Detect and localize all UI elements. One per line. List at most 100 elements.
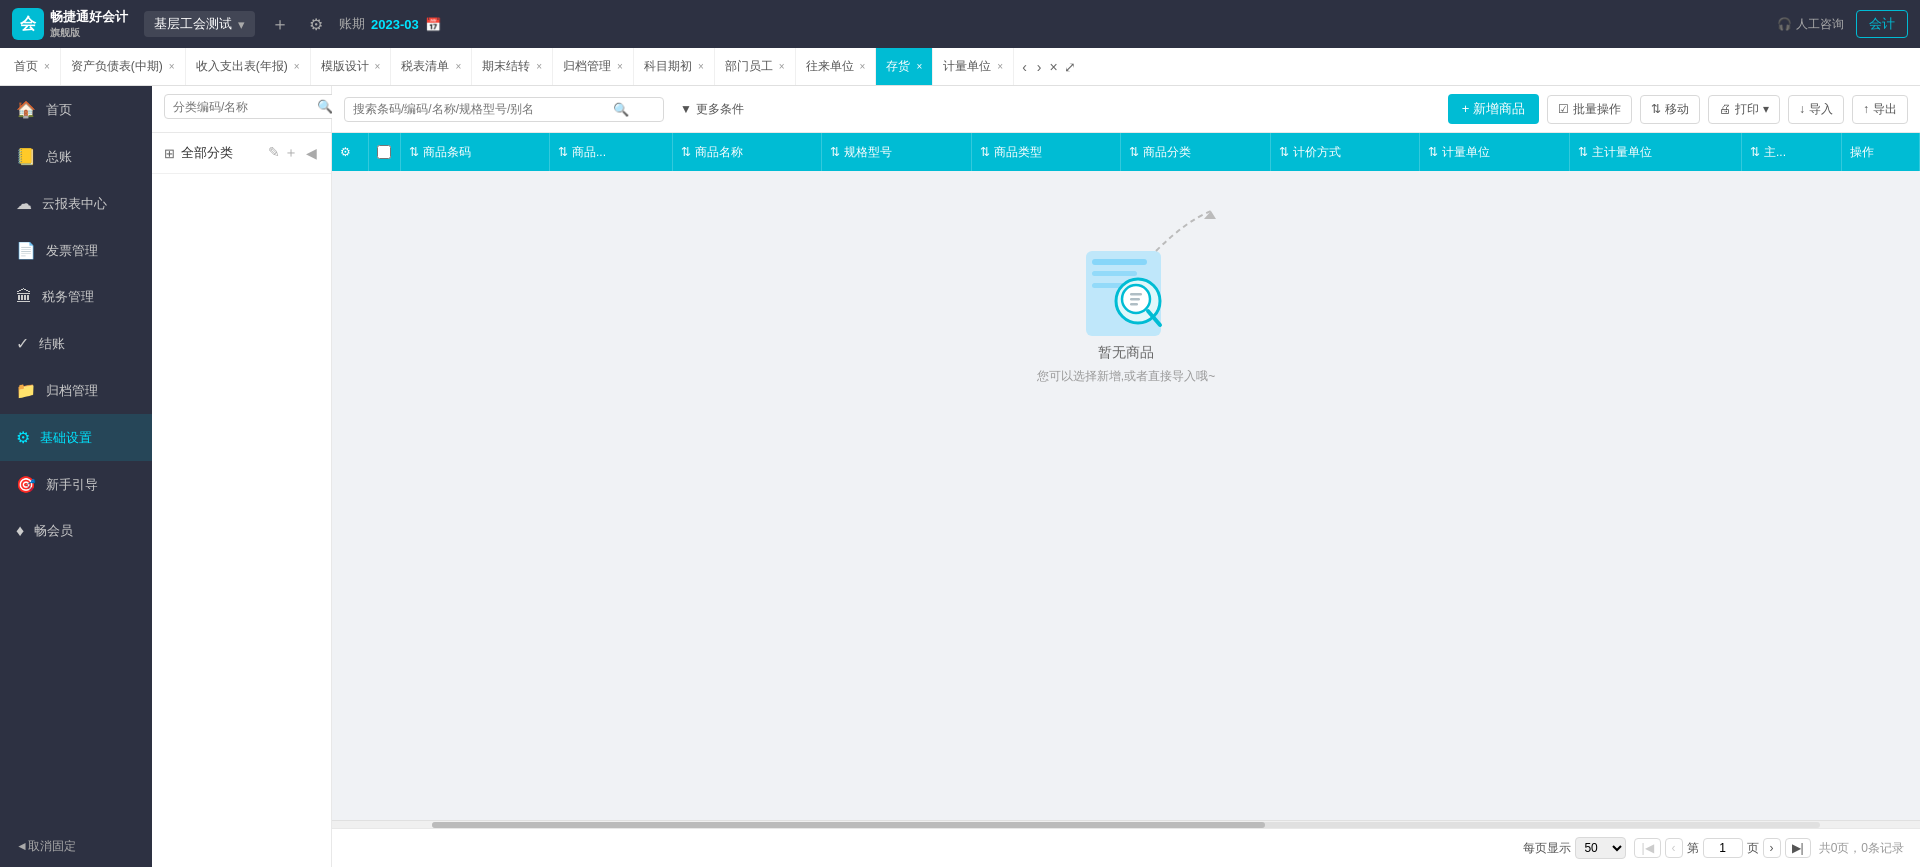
- sidebar-item-close-account[interactable]: ✓ 结账: [0, 320, 152, 367]
- user-role-button[interactable]: 会计: [1856, 10, 1908, 38]
- tab-scroll-right-button[interactable]: ›: [1033, 57, 1046, 77]
- sidebar-item-basic-settings[interactable]: ⚙ 基础设置: [0, 414, 152, 461]
- sidebar-bottom-label: ◄取消固定: [16, 838, 76, 855]
- th-unit[interactable]: ⇅ 计量单位: [1420, 133, 1569, 171]
- sidebar-item-cloud-reports[interactable]: ☁ 云报表中心: [0, 180, 152, 227]
- tab-department-staff[interactable]: 部门员工 ×: [715, 48, 796, 86]
- print-button[interactable]: 🖨 打印 ▾: [1708, 95, 1780, 124]
- tab-close-icon[interactable]: ×: [44, 61, 50, 72]
- tab-close-all-button[interactable]: ×: [1047, 57, 1059, 77]
- tab-template-design[interactable]: 模版设计 ×: [311, 48, 392, 86]
- th-main2[interactable]: ⇅ 主...: [1741, 133, 1841, 171]
- first-page-button[interactable]: |◀: [1634, 838, 1660, 858]
- th-checkbox[interactable]: [368, 133, 400, 171]
- sidebar-item-archive[interactable]: 📁 归档管理: [0, 367, 152, 414]
- tab-close-icon[interactable]: ×: [536, 61, 542, 72]
- search-icon[interactable]: 🔍: [613, 102, 629, 117]
- sidebar-item-home[interactable]: 🏠 首页: [0, 86, 152, 133]
- sidebar-item-ledger[interactable]: 📒 总账: [0, 133, 152, 180]
- next-page-button[interactable]: ›: [1763, 838, 1781, 858]
- th-barcode[interactable]: ⇅ 商品条码: [400, 133, 549, 171]
- tab-counterparty[interactable]: 往来单位 ×: [796, 48, 877, 86]
- tab-close-icon[interactable]: ×: [294, 61, 300, 72]
- tab-nav-controls: ‹ › × ⤢: [1014, 57, 1082, 77]
- page-suffix: 页: [1747, 840, 1759, 857]
- add-tab-button[interactable]: ＋: [267, 12, 293, 36]
- export-button[interactable]: ↑ 导出: [1852, 95, 1908, 124]
- batch-operation-button[interactable]: ☑ 批量操作: [1547, 95, 1632, 124]
- main-layout: 🏠 首页 📒 总账 ☁ 云报表中心 📄 发票管理 🏛 税务管理 ✓ 结账 📁 归…: [0, 86, 1920, 867]
- th-name[interactable]: ⇅ 商品名称: [672, 133, 821, 171]
- th-spec[interactable]: ⇅ 规格型号: [822, 133, 971, 171]
- th-price-method[interactable]: ⇅ 计价方式: [1270, 133, 1419, 171]
- app-logo-icon: 会: [12, 8, 44, 40]
- prev-page-button[interactable]: ‹: [1665, 838, 1683, 858]
- page-size-selector[interactable]: 每页显示 10 20 50 100: [1523, 837, 1626, 859]
- calendar-icon[interactable]: 📅: [425, 17, 441, 32]
- add-product-button[interactable]: + 新增商品: [1448, 94, 1539, 124]
- category-search-box[interactable]: 🔍: [164, 94, 344, 119]
- category-add-button[interactable]: ＋: [284, 144, 298, 162]
- category-search-input[interactable]: [173, 100, 313, 114]
- tab-unit[interactable]: 计量单位 ×: [933, 48, 1014, 86]
- svg-rect-8: [1130, 298, 1140, 301]
- tab-close-icon[interactable]: ×: [779, 61, 785, 72]
- tab-close-icon[interactable]: ×: [169, 61, 175, 72]
- svg-rect-1: [1092, 259, 1147, 265]
- tab-close-icon[interactable]: ×: [916, 61, 922, 72]
- sidebar-label: 发票管理: [46, 242, 98, 260]
- sort-icon: ⇅: [1750, 145, 1760, 159]
- move-button[interactable]: ⇅ 移动: [1640, 95, 1700, 124]
- sidebar-item-invoice[interactable]: 📄 发票管理: [0, 227, 152, 274]
- category-edit-button[interactable]: ✎: [268, 144, 280, 162]
- period-value: 2023-03: [371, 17, 419, 32]
- main-search-input[interactable]: [353, 102, 613, 116]
- th-gear[interactable]: ⚙: [332, 133, 368, 171]
- settings-icon[interactable]: ⚙: [305, 15, 327, 34]
- filter-button[interactable]: ▼ 更多条件: [672, 97, 752, 122]
- member-icon: ♦: [16, 522, 24, 540]
- tab-scroll-left-button[interactable]: ‹: [1018, 57, 1031, 77]
- tab-expand-button[interactable]: ⤢: [1062, 57, 1078, 77]
- service-button[interactable]: 🎧 人工咨询: [1777, 16, 1844, 33]
- total-count: 共0页，0条记录: [1819, 840, 1904, 857]
- tab-close-icon[interactable]: ×: [455, 61, 461, 72]
- import-button[interactable]: ↓ 导入: [1788, 95, 1844, 124]
- tab-income-statement[interactable]: 收入支出表(年报) ×: [186, 48, 311, 86]
- tab-close-icon[interactable]: ×: [997, 61, 1003, 72]
- tab-close-icon[interactable]: ×: [617, 61, 623, 72]
- empty-state: 暂无商品 您可以选择新增,或者直接导入哦~: [332, 171, 1920, 445]
- collapse-button[interactable]: ◀: [304, 143, 319, 163]
- tab-close-icon[interactable]: ×: [698, 61, 704, 72]
- cloud-icon: ☁: [16, 194, 32, 213]
- tab-tax-list[interactable]: 税表清单 ×: [391, 48, 472, 86]
- select-all-checkbox[interactable]: [377, 145, 391, 159]
- sidebar-item-member[interactable]: ♦ 畅会员: [0, 508, 152, 554]
- per-page-select[interactable]: 10 20 50 100: [1575, 837, 1626, 859]
- company-selector[interactable]: 基层工会测试 ▾: [144, 11, 255, 37]
- tab-archive[interactable]: 归档管理 ×: [553, 48, 634, 86]
- sidebar-item-guide[interactable]: 🎯 新手引导: [0, 461, 152, 508]
- th-code[interactable]: ⇅ 商品...: [549, 133, 672, 171]
- sidebar-pin-toggle[interactable]: ◄取消固定: [0, 826, 152, 867]
- tab-period-carry[interactable]: 期末结转 ×: [472, 48, 553, 86]
- tab-balance-sheet[interactable]: 资产负债表(中期) ×: [61, 48, 186, 86]
- current-page-input[interactable]: [1703, 838, 1743, 858]
- th-type[interactable]: ⇅ 商品类型: [971, 133, 1120, 171]
- tab-close-icon[interactable]: ×: [860, 61, 866, 72]
- horizontal-scrollbar[interactable]: [332, 820, 1920, 828]
- tab-subject-initial[interactable]: 科目期初 ×: [634, 48, 715, 86]
- archive-icon: 📁: [16, 381, 36, 400]
- search-icon[interactable]: 🔍: [317, 99, 333, 114]
- import-label: 导入: [1809, 101, 1833, 118]
- arrow-decoration: [1146, 201, 1226, 261]
- tab-homepage[interactable]: 首页 ×: [4, 48, 61, 86]
- scroll-thumb[interactable]: [432, 822, 1265, 828]
- sidebar-item-tax[interactable]: 🏛 税务管理: [0, 274, 152, 320]
- th-category[interactable]: ⇅ 商品分类: [1121, 133, 1270, 171]
- th-main-unit[interactable]: ⇅ 主计量单位: [1569, 133, 1741, 171]
- main-search-box[interactable]: 🔍: [344, 97, 664, 122]
- tab-inventory[interactable]: 存货 ×: [876, 48, 933, 86]
- last-page-button[interactable]: ▶|: [1785, 838, 1811, 858]
- tab-close-icon[interactable]: ×: [375, 61, 381, 72]
